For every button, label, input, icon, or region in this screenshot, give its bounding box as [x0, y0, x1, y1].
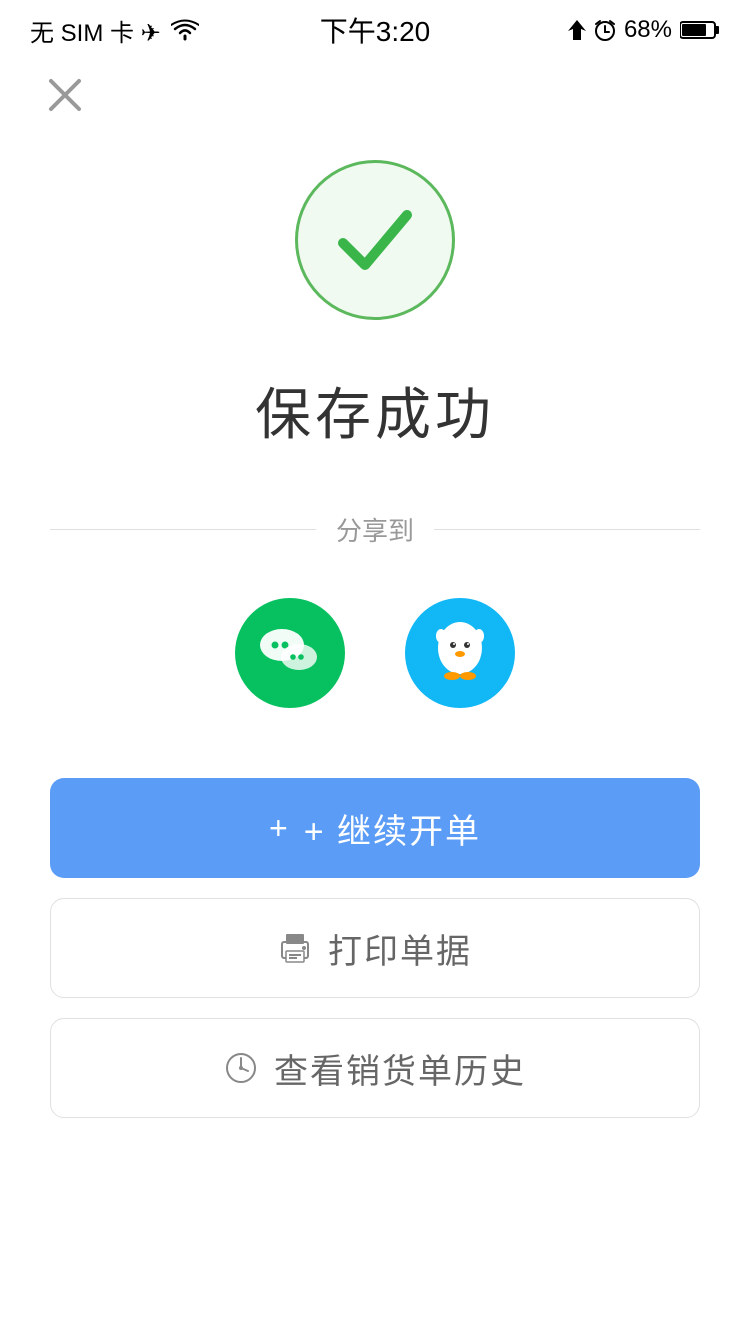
share-section: 分享到: [50, 511, 700, 708]
status-right: 68%: [568, 16, 720, 44]
alarm-icon: [594, 19, 616, 41]
history-label: 查看销货单历史: [274, 1044, 526, 1093]
qq-icon: [430, 618, 490, 688]
status-time: 下午3:20: [320, 10, 431, 50]
share-divider: 分享到: [50, 511, 700, 548]
continue-label: + 继续开单: [304, 804, 481, 853]
checkmark-icon: [335, 205, 415, 275]
no-sim-label: 无 SIM 卡 ✈: [30, 13, 161, 48]
close-button[interactable]: [40, 70, 90, 120]
continue-plus-icon: +: [269, 810, 288, 847]
history-icon: [224, 1051, 258, 1085]
share-label: 分享到: [336, 511, 414, 548]
print-icon: [278, 932, 312, 964]
status-bar: 无 SIM 卡 ✈ 下午3:20 68%: [0, 0, 750, 60]
action-buttons: + + 继续开单 打印单据 查看销货单历史: [50, 778, 700, 1118]
main-content: 保存成功 分享到: [0, 60, 750, 1118]
share-qq-button[interactable]: [405, 598, 515, 708]
history-button[interactable]: 查看销货单历史: [50, 1018, 700, 1118]
success-title: 保存成功: [255, 370, 495, 451]
share-wechat-button[interactable]: [235, 598, 345, 708]
print-label: 打印单据: [328, 924, 472, 973]
success-indicator: [295, 160, 455, 320]
share-icons: [50, 598, 700, 708]
wechat-icon: [257, 623, 323, 683]
close-icon: [47, 77, 83, 113]
print-button[interactable]: 打印单据: [50, 898, 700, 998]
battery-percent: 68%: [624, 16, 672, 44]
battery-icon: [680, 19, 720, 41]
location-icon: [568, 19, 586, 41]
wifi-icon: [171, 19, 199, 41]
continue-button[interactable]: + + 继续开单: [50, 778, 700, 878]
status-left: 无 SIM 卡 ✈: [30, 13, 199, 48]
